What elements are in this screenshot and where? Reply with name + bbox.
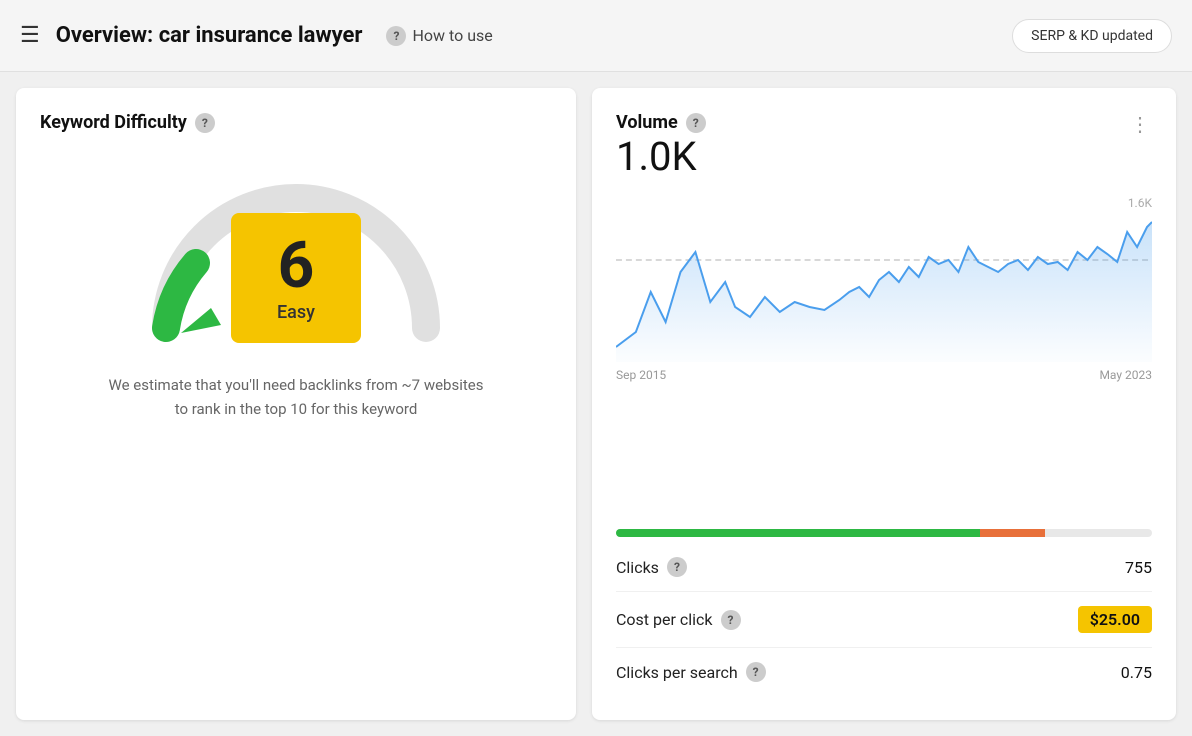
gauge-container: 6 Easy <box>136 153 456 353</box>
clicks-progress-bar <box>616 529 1152 537</box>
volume-card: Volume ? 1.0K ⋮ 1.6K <box>592 88 1176 720</box>
gauge-needle <box>181 308 221 333</box>
cpc-help-icon[interactable]: ? <box>721 610 741 630</box>
gauge-score: 6 <box>278 234 315 298</box>
cps-help-icon[interactable]: ? <box>746 662 766 682</box>
clicks-value: 755 <box>1125 558 1152 577</box>
main-content: Keyword Difficulty ? 6 Easy We estimate … <box>0 72 1192 736</box>
chart-x-end: May 2023 <box>1099 368 1152 382</box>
cpc-label: Cost per click <box>616 610 713 629</box>
keyword-difficulty-title: Keyword Difficulty <box>40 112 187 133</box>
volume-header: Volume ? 1.0K ⋮ <box>616 112 1152 184</box>
how-to-use-help-icon: ? <box>386 26 406 46</box>
cpc-label-group: Cost per click ? <box>616 610 741 630</box>
cps-stat-row: Clicks per search ? 0.75 <box>616 648 1152 696</box>
cps-label: Clicks per search <box>616 663 738 682</box>
clicks-label: Clicks <box>616 558 659 577</box>
how-to-use-label: How to use <box>412 26 492 45</box>
progress-green-segment <box>616 529 980 537</box>
progress-orange-segment <box>980 529 1044 537</box>
volume-label-group: Volume ? 1.0K <box>616 112 706 184</box>
header: ☰ Overview: car insurance lawyer ? How t… <box>0 0 1192 72</box>
options-menu-icon[interactable]: ⋮ <box>1130 112 1152 136</box>
volume-title: Volume <box>616 112 678 133</box>
volume-chart-svg <box>616 192 1152 362</box>
cpc-stat-row: Cost per click ? $25.00 <box>616 592 1152 648</box>
volume-value: 1.0K <box>616 133 706 180</box>
gauge-score-box: 6 Easy <box>231 213 361 343</box>
keyword-difficulty-header: Keyword Difficulty ? <box>40 112 215 133</box>
menu-icon[interactable]: ☰ <box>20 25 40 47</box>
cps-label-group: Clicks per search ? <box>616 662 766 682</box>
clicks-stat-row: Clicks ? 755 <box>616 543 1152 592</box>
volume-help-icon[interactable]: ? <box>686 113 706 133</box>
cpc-value: $25.00 <box>1078 606 1152 633</box>
chart-x-labels: Sep 2015 May 2023 <box>616 368 1152 382</box>
chart-x-start: Sep 2015 <box>616 368 666 382</box>
cps-value: 0.75 <box>1121 663 1152 682</box>
serp-badge[interactable]: SERP & KD updated <box>1012 19 1172 53</box>
how-to-use-link[interactable]: ? How to use <box>386 26 492 46</box>
page-title: Overview: car insurance lawyer <box>56 23 363 48</box>
backlink-estimate-text: We estimate that you'll need backlinks f… <box>106 373 486 421</box>
chart-y-axis-label: 1.6K <box>1128 196 1152 210</box>
keyword-difficulty-card: Keyword Difficulty ? 6 Easy We estimate … <box>16 88 576 720</box>
gauge-difficulty-label: Easy <box>277 302 315 323</box>
volume-label: Volume ? <box>616 112 706 133</box>
volume-chart-container: 1.6K Sep 2015 May 2023 <box>616 192 1152 519</box>
keyword-difficulty-help-icon[interactable]: ? <box>195 113 215 133</box>
clicks-label-group: Clicks ? <box>616 557 687 577</box>
clicks-help-icon[interactable]: ? <box>667 557 687 577</box>
